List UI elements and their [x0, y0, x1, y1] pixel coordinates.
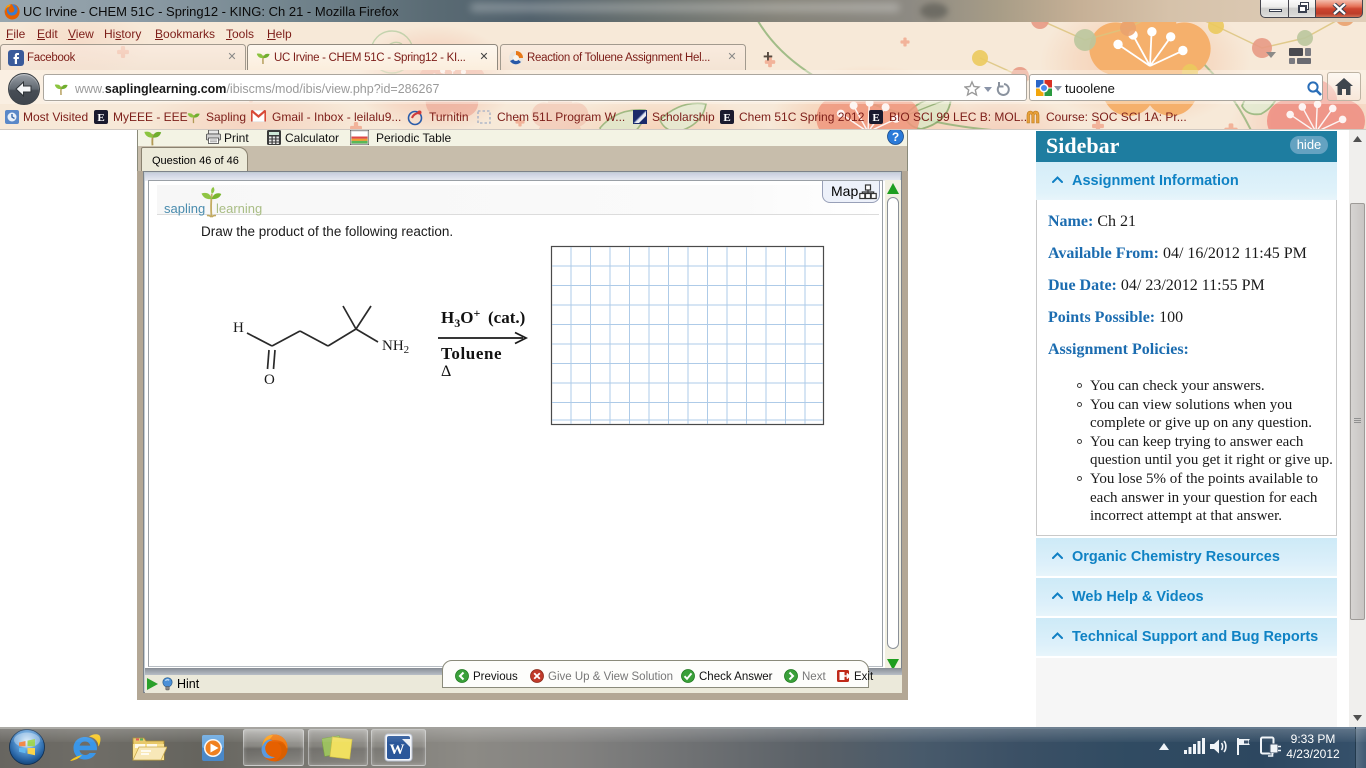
- svg-text:NH2: NH2: [382, 338, 409, 356]
- svg-text:H3O+: H3O+: [441, 306, 480, 330]
- svg-text:O: O: [264, 372, 275, 388]
- svg-text:W: W: [390, 742, 405, 758]
- svg-text:?: ?: [892, 130, 899, 144]
- svg-text:(cat.): (cat.): [488, 308, 525, 327]
- svg-text:E: E: [723, 112, 730, 124]
- svg-text:Δ: Δ: [441, 363, 451, 380]
- svg-text:H: H: [233, 320, 244, 336]
- svg-text:Toluene: Toluene: [441, 344, 502, 363]
- svg-text:E: E: [97, 112, 104, 124]
- svg-text:E: E: [872, 112, 879, 124]
